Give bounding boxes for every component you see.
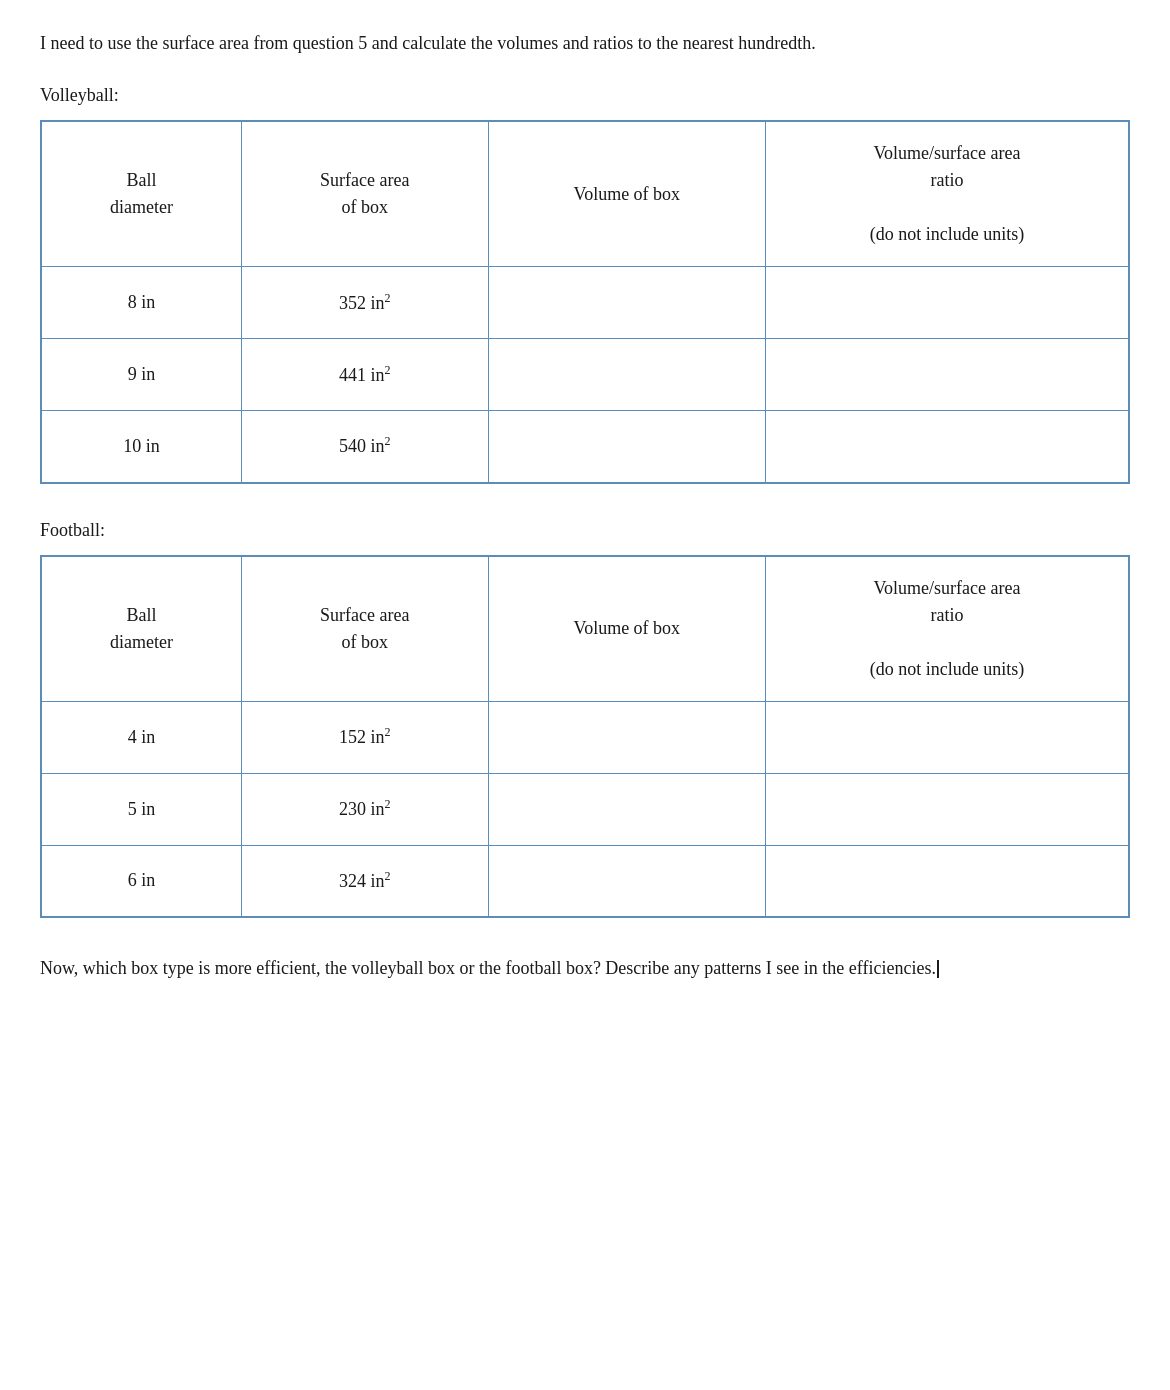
football-table-container: Balldiameter Surface areaof box Volume o… (40, 555, 1130, 919)
volleyball-col1-header: Balldiameter (41, 121, 241, 267)
football-section-label: Football: (40, 520, 1130, 541)
volleyball-table-container: Balldiameter Surface areaof box Volume o… (40, 120, 1130, 484)
football-row-1: 4 in 152 in2 (41, 701, 1129, 773)
volleyball-row3-diameter: 10 in (41, 411, 241, 483)
volleyball-row2-ratio (765, 339, 1129, 411)
volleyball-row3-ratio (765, 411, 1129, 483)
volleyball-row1-surface: 352 in2 (241, 267, 488, 339)
football-row3-surface: 324 in2 (241, 845, 488, 917)
football-row2-diameter: 5 in (41, 773, 241, 845)
football-table: Balldiameter Surface areaof box Volume o… (40, 555, 1130, 919)
intro-text: I need to use the surface area from ques… (40, 30, 1130, 57)
football-row-2: 5 in 230 in2 (41, 773, 1129, 845)
volleyball-col3-header: Volume of box (488, 121, 765, 267)
volleyball-section-label: Volleyball: (40, 85, 1130, 106)
text-cursor (937, 960, 939, 978)
football-row1-diameter: 4 in (41, 701, 241, 773)
football-row2-volume (488, 773, 765, 845)
volleyball-row1-diameter: 8 in (41, 267, 241, 339)
football-row1-volume (488, 701, 765, 773)
volleyball-row-1: 8 in 352 in2 (41, 267, 1129, 339)
volleyball-col2-header: Surface areaof box (241, 121, 488, 267)
football-row2-surface: 230 in2 (241, 773, 488, 845)
football-col2-header: Surface areaof box (241, 556, 488, 702)
volleyball-row3-volume (488, 411, 765, 483)
football-col3-header: Volume of box (488, 556, 765, 702)
football-row3-diameter: 6 in (41, 845, 241, 917)
volleyball-row1-ratio (765, 267, 1129, 339)
football-row-3: 6 in 324 in2 (41, 845, 1129, 917)
football-row1-surface: 152 in2 (241, 701, 488, 773)
football-row3-ratio (765, 845, 1129, 917)
football-col4-header: Volume/surface arearatio(do not include … (765, 556, 1129, 702)
football-row1-ratio (765, 701, 1129, 773)
volleyball-row-3: 10 in 540 in2 (41, 411, 1129, 483)
volleyball-row2-diameter: 9 in (41, 339, 241, 411)
volleyball-row-2: 9 in 441 in2 (41, 339, 1129, 411)
closing-text-content: Now, which box type is more efficient, t… (40, 958, 936, 978)
volleyball-row1-volume (488, 267, 765, 339)
volleyball-row2-volume (488, 339, 765, 411)
volleyball-row3-surface: 540 in2 (241, 411, 488, 483)
football-row3-volume (488, 845, 765, 917)
volleyball-row2-surface: 441 in2 (241, 339, 488, 411)
volleyball-table: Balldiameter Surface areaof box Volume o… (40, 120, 1130, 484)
football-row2-ratio (765, 773, 1129, 845)
volleyball-col4-header: Volume/surface arearatio(do not include … (765, 121, 1129, 267)
football-col1-header: Balldiameter (41, 556, 241, 702)
closing-text: Now, which box type is more efficient, t… (40, 954, 1130, 983)
